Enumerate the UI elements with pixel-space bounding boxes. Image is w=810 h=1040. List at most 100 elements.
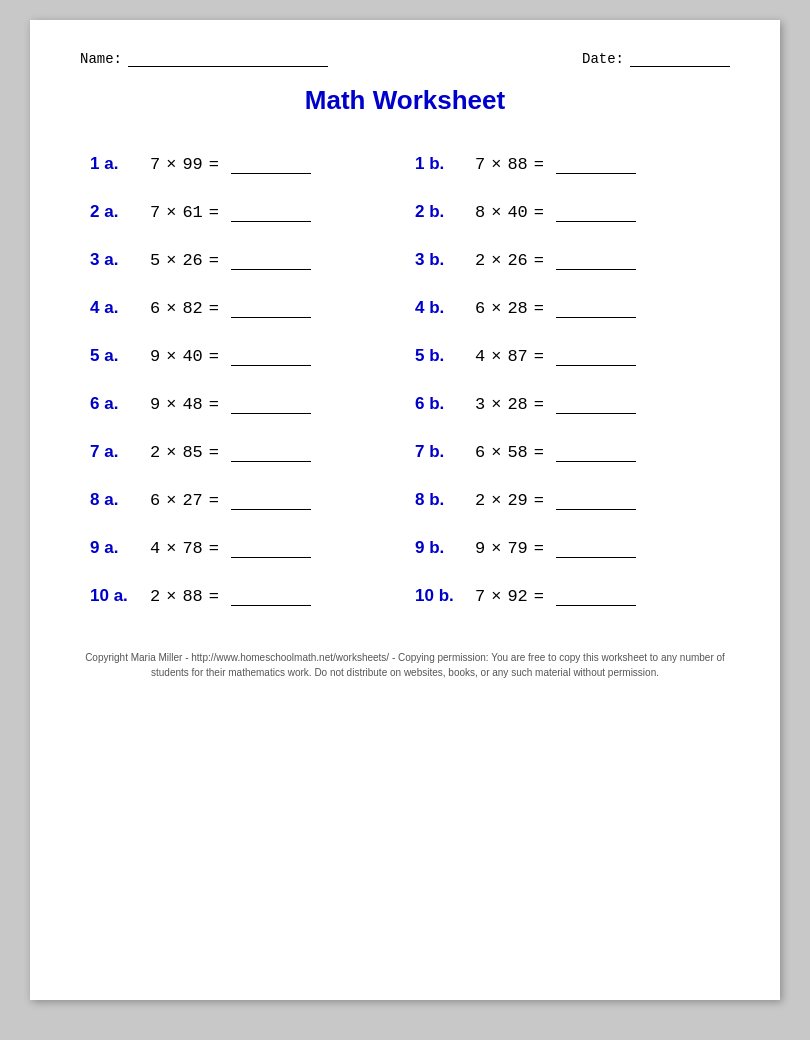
num1: 2 — [150, 443, 160, 462]
problem-row: 3 a. 5 × 26 = — [80, 236, 405, 284]
problem-row: 10 a. 2 × 88 = — [80, 572, 405, 620]
multiply-symbol: × — [491, 587, 501, 606]
num2: 26 — [507, 251, 527, 270]
answer-line[interactable] — [556, 154, 636, 174]
num2: 27 — [182, 491, 202, 510]
problem-label: 6 b. — [415, 394, 457, 414]
answer-line[interactable] — [231, 394, 311, 414]
problem-row: 2 b. 8 × 40 = — [405, 188, 730, 236]
answer-line[interactable] — [231, 442, 311, 462]
equals-symbol: = — [209, 251, 219, 270]
answer-line[interactable] — [231, 346, 311, 366]
num1: 6 — [150, 299, 160, 318]
problem-expr: 9 × 79 = — [475, 538, 636, 558]
problem-row: 4 b. 6 × 28 = — [405, 284, 730, 332]
problem-expr: 4 × 78 = — [150, 538, 311, 558]
problem-label: 5 a. — [90, 346, 132, 366]
multiply-symbol: × — [491, 155, 501, 174]
problem-row: 4 a. 6 × 82 = — [80, 284, 405, 332]
equals-symbol: = — [534, 155, 544, 174]
equals-symbol: = — [209, 155, 219, 174]
num2: 88 — [182, 587, 202, 606]
answer-line[interactable] — [556, 586, 636, 606]
problem-row: 9 b. 9 × 79 = — [405, 524, 730, 572]
footer-text: Copyright Maria Miller - http://www.home… — [80, 650, 730, 680]
multiply-symbol: × — [491, 443, 501, 462]
multiply-symbol: × — [491, 203, 501, 222]
multiply-symbol: × — [491, 347, 501, 366]
multiply-symbol: × — [491, 539, 501, 558]
problem-label: 9 a. — [90, 538, 132, 558]
worksheet-title: Math Worksheet — [80, 85, 730, 116]
problem-expr: 7 × 88 = — [475, 154, 636, 174]
problem-expr: 6 × 58 = — [475, 442, 636, 462]
equals-symbol: = — [534, 443, 544, 462]
num2: 40 — [182, 347, 202, 366]
problem-row: 7 a. 2 × 85 = — [80, 428, 405, 476]
problem-label: 9 b. — [415, 538, 457, 558]
problem-expr: 7 × 92 = — [475, 586, 636, 606]
date-line — [630, 50, 730, 67]
answer-line[interactable] — [556, 346, 636, 366]
problem-label: 7 b. — [415, 442, 457, 462]
answer-line[interactable] — [556, 394, 636, 414]
answer-line[interactable] — [231, 538, 311, 558]
equals-symbol: = — [534, 587, 544, 606]
name-field: Name: — [80, 50, 328, 67]
num1: 6 — [475, 299, 485, 318]
equals-symbol: = — [209, 491, 219, 510]
problem-expr: 2 × 85 = — [150, 442, 311, 462]
answer-line[interactable] — [231, 490, 311, 510]
answer-line[interactable] — [556, 442, 636, 462]
num1: 6 — [475, 443, 485, 462]
equals-symbol: = — [209, 203, 219, 222]
num2: 88 — [507, 155, 527, 174]
answer-line[interactable] — [231, 298, 311, 318]
num2: 40 — [507, 203, 527, 222]
num2: 78 — [182, 539, 202, 558]
problem-label: 4 a. — [90, 298, 132, 318]
num1: 4 — [475, 347, 485, 366]
num1: 7 — [475, 155, 485, 174]
answer-line[interactable] — [556, 202, 636, 222]
equals-symbol: = — [534, 491, 544, 510]
answer-line[interactable] — [556, 250, 636, 270]
problem-expr: 3 × 28 = — [475, 394, 636, 414]
answer-line[interactable] — [556, 490, 636, 510]
answer-line[interactable] — [231, 586, 311, 606]
problem-expr: 4 × 87 = — [475, 346, 636, 366]
multiply-symbol: × — [166, 299, 176, 318]
num1: 7 — [475, 587, 485, 606]
equals-symbol: = — [209, 443, 219, 462]
multiply-symbol: × — [166, 443, 176, 462]
equals-symbol: = — [534, 539, 544, 558]
answer-line[interactable] — [231, 154, 311, 174]
problem-label: 10 a. — [90, 586, 132, 606]
problem-label: 10 b. — [415, 586, 457, 606]
problem-label: 8 a. — [90, 490, 132, 510]
equals-symbol: = — [209, 299, 219, 318]
answer-line[interactable] — [231, 202, 311, 222]
multiply-symbol: × — [166, 203, 176, 222]
problem-label: 3 a. — [90, 250, 132, 270]
problem-row: 8 b. 2 × 29 = — [405, 476, 730, 524]
date-field: Date: — [582, 50, 730, 67]
problem-label: 3 b. — [415, 250, 457, 270]
problem-expr: 2 × 29 = — [475, 490, 636, 510]
problem-expr: 2 × 26 = — [475, 250, 636, 270]
answer-line[interactable] — [556, 298, 636, 318]
problems-grid: 1 a. 7 × 99 = 1 b. 7 × 88 = 2 a. 7 × 61 … — [80, 140, 730, 620]
answer-line[interactable] — [556, 538, 636, 558]
num2: 92 — [507, 587, 527, 606]
worksheet-page: Name: Date: Math Worksheet 1 a. 7 × 99 =… — [30, 20, 780, 1000]
problem-expr: 6 × 82 = — [150, 298, 311, 318]
problem-label: 8 b. — [415, 490, 457, 510]
answer-line[interactable] — [231, 250, 311, 270]
problem-label: 4 b. — [415, 298, 457, 318]
num2: 82 — [182, 299, 202, 318]
num1: 7 — [150, 203, 160, 222]
num2: 79 — [507, 539, 527, 558]
num2: 29 — [507, 491, 527, 510]
num1: 6 — [150, 491, 160, 510]
equals-symbol: = — [534, 299, 544, 318]
